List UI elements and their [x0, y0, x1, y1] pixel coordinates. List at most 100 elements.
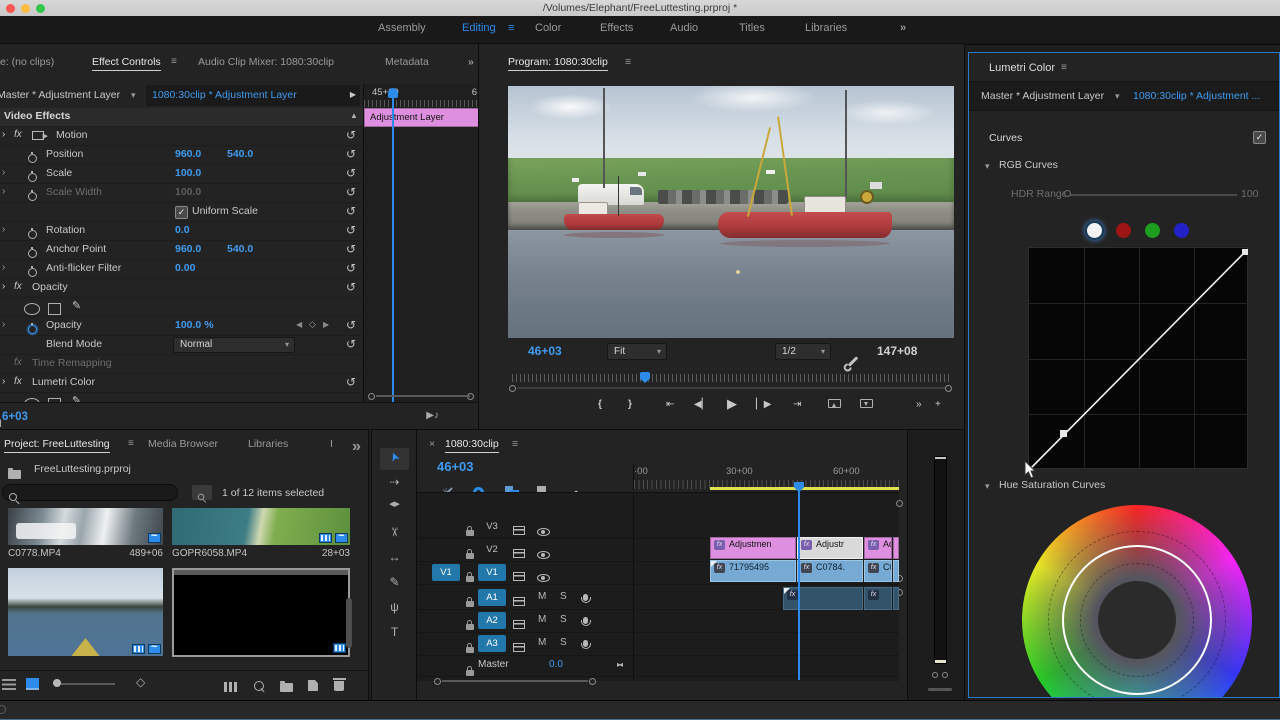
- program-timecode[interactable]: 46+03: [528, 344, 562, 358]
- reset-effect-icon[interactable]: ↺: [346, 280, 356, 294]
- expander-icon[interactable]: ›: [2, 224, 5, 235]
- project-item-thumbnail[interactable]: [172, 508, 350, 545]
- clip-label-chip[interactable]: 1080:30clip * Adjustment Layer ▶: [146, 85, 360, 106]
- workspace-tab-effects[interactable]: Effects: [600, 22, 633, 34]
- hue-saturation-curves-label[interactable]: Hue Saturation Curves: [999, 478, 1105, 492]
- play-audio-icon[interactable]: ▶♪: [426, 409, 439, 423]
- go-to-out-button[interactable]: ⇥: [793, 399, 801, 410]
- master-clip-label[interactable]: Master * Adjustment Layer: [0, 88, 120, 102]
- timeline-clip[interactable]: fx: [864, 587, 892, 610]
- hdr-range-knob[interactable]: [1064, 190, 1071, 197]
- lane-playhead[interactable]: [392, 92, 394, 402]
- search-bin-button[interactable]: [192, 485, 212, 500]
- mark-in-button[interactable]: {: [598, 399, 602, 410]
- tab-overflow-icon[interactable]: »: [352, 438, 361, 456]
- workspace-tab-titles[interactable]: Titles: [739, 22, 765, 34]
- hdr-range-slider[interactable]: [1067, 194, 1237, 196]
- workspace-menu-icon[interactable]: ≡: [508, 22, 514, 34]
- param-value[interactable]: 100.0: [175, 167, 201, 179]
- expander-icon[interactable]: ›: [2, 186, 5, 197]
- workspace-overflow-icon[interactable]: »: [900, 22, 906, 34]
- lane-hscroll-left-knob[interactable]: [368, 393, 375, 400]
- type-tool[interactable]: T: [380, 623, 409, 645]
- freeform-view-icon[interactable]: [224, 679, 237, 697]
- selection-tool[interactable]: ➤: [380, 448, 409, 470]
- delete-button[interactable]: [334, 678, 344, 696]
- icon-view-button[interactable]: [26, 678, 39, 690]
- channel-button-red[interactable]: [1116, 223, 1131, 238]
- lumetri-master-label[interactable]: Master * Adjustment Layer: [981, 89, 1104, 103]
- timeline-clip-adjustmen[interactable]: fxAdjustmen: [710, 537, 796, 559]
- reset-effect-icon[interactable]: ↺: [346, 147, 356, 161]
- workspace-tab-color[interactable]: Color: [535, 22, 561, 34]
- extract-button[interactable]: [860, 399, 873, 411]
- step-forward-button[interactable]: ▏▶: [756, 399, 771, 410]
- program-scroll-right-knob[interactable]: [945, 385, 952, 392]
- lift-button[interactable]: [828, 399, 841, 411]
- timeline-clip-adjustr[interactable]: fxAdjustr: [797, 537, 863, 559]
- reset-effect-icon[interactable]: ↺: [346, 242, 356, 256]
- panel-menu-icon[interactable]: ≡: [128, 438, 134, 449]
- program-video[interactable]: [508, 86, 954, 338]
- expander-icon[interactable]: ›: [2, 376, 5, 387]
- chevron-down-icon[interactable]: ▾: [985, 479, 990, 493]
- collapse-icon[interactable]: ▲: [350, 111, 358, 120]
- automate-to-sequence-icon[interactable]: ◇: [136, 675, 145, 689]
- effect-name[interactable]: Time Remapping: [32, 357, 112, 369]
- mask-pen-icon[interactable]: ✎: [72, 394, 81, 402]
- curves-section-label[interactable]: Curves: [989, 131, 1022, 145]
- workspace-tab-editing[interactable]: Editing: [462, 22, 496, 34]
- tab-project-freeluttesting[interactable]: Project: FreeLuttesting: [4, 438, 110, 453]
- reset-effect-icon[interactable]: ↺: [346, 261, 356, 275]
- search-input[interactable]: [2, 484, 178, 501]
- tab-libraries[interactable]: Libraries: [248, 438, 288, 450]
- add-button[interactable]: +: [935, 399, 941, 410]
- export-frame-icon[interactable]: [0, 419, 1, 427]
- track-select-forward-tool[interactable]: ⇢: [380, 473, 409, 495]
- param-value[interactable]: 540.0: [227, 243, 253, 255]
- lane-adjustment-clip[interactable]: Adjustment Layer: [364, 108, 480, 127]
- reset-effect-icon[interactable]: ↺: [346, 318, 356, 332]
- project-item-thumbnail[interactable]: [8, 568, 163, 656]
- prev-keyframe-icon[interactable]: ◀: [296, 320, 302, 329]
- channel-button-green[interactable]: [1145, 223, 1160, 238]
- workspace-tab-assembly[interactable]: Assembly: [378, 22, 426, 34]
- tab-e-no-clips-[interactable]: e: (no clips): [0, 56, 54, 68]
- rgb-curves-label[interactable]: RGB Curves: [999, 158, 1058, 172]
- channel-button-blue[interactable]: [1174, 223, 1189, 238]
- rgb-curve-editor[interactable]: [1028, 247, 1248, 469]
- panel-menu-icon[interactable]: ≡: [1061, 61, 1067, 75]
- timeline-clip[interactable]: [893, 537, 899, 559]
- param-value[interactable]: 0.0: [175, 224, 190, 236]
- reset-effect-icon[interactable]: ↺: [346, 337, 356, 351]
- project-item-thumbnail[interactable]: [172, 568, 350, 657]
- slip-tool[interactable]: ↔: [380, 548, 409, 570]
- tab-metadata[interactable]: Metadata: [385, 56, 429, 68]
- curves-enabled-checkbox[interactable]: ✓: [1253, 131, 1266, 144]
- lumetri-clip-label[interactable]: 1080:30clip * Adjustment ...: [1133, 89, 1260, 103]
- go-to-in-button[interactable]: ⇤: [666, 399, 674, 410]
- razor-tool[interactable]: ✂: [380, 523, 409, 545]
- effect-name[interactable]: Motion: [56, 129, 88, 141]
- hue-saturation-wheel[interactable]: [1022, 505, 1252, 698]
- param-value[interactable]: 960.0: [175, 243, 201, 255]
- tab-program[interactable]: Program: 1080:30clip: [508, 56, 608, 71]
- reset-effect-icon[interactable]: ↺: [346, 166, 356, 180]
- project-scrollbar[interactable]: [346, 598, 352, 648]
- timeline-clip[interactable]: fx: [783, 587, 863, 610]
- timeline-clip-adj[interactable]: fxAdj: [864, 537, 892, 559]
- expander-icon[interactable]: ›: [2, 281, 5, 292]
- timeline-playhead[interactable]: [798, 482, 800, 680]
- timeline-clip[interactable]: [893, 587, 899, 610]
- step-back-button[interactable]: ◀▏: [694, 399, 709, 410]
- effect-name[interactable]: Opacity: [32, 281, 68, 293]
- reset-effect-icon[interactable]: ↺: [346, 204, 356, 218]
- channel-button-white[interactable]: [1087, 223, 1102, 238]
- program-scrollbar[interactable]: [517, 387, 945, 389]
- param-value[interactable]: 540.0: [227, 148, 253, 160]
- tab-media-browser[interactable]: Media Browser: [148, 438, 218, 450]
- reset-effect-icon[interactable]: ↺: [346, 185, 356, 199]
- param-value[interactable]: 960.0: [175, 148, 201, 160]
- list-view-button[interactable]: [2, 679, 16, 690]
- effect-name[interactable]: Lumetri Color: [32, 376, 95, 388]
